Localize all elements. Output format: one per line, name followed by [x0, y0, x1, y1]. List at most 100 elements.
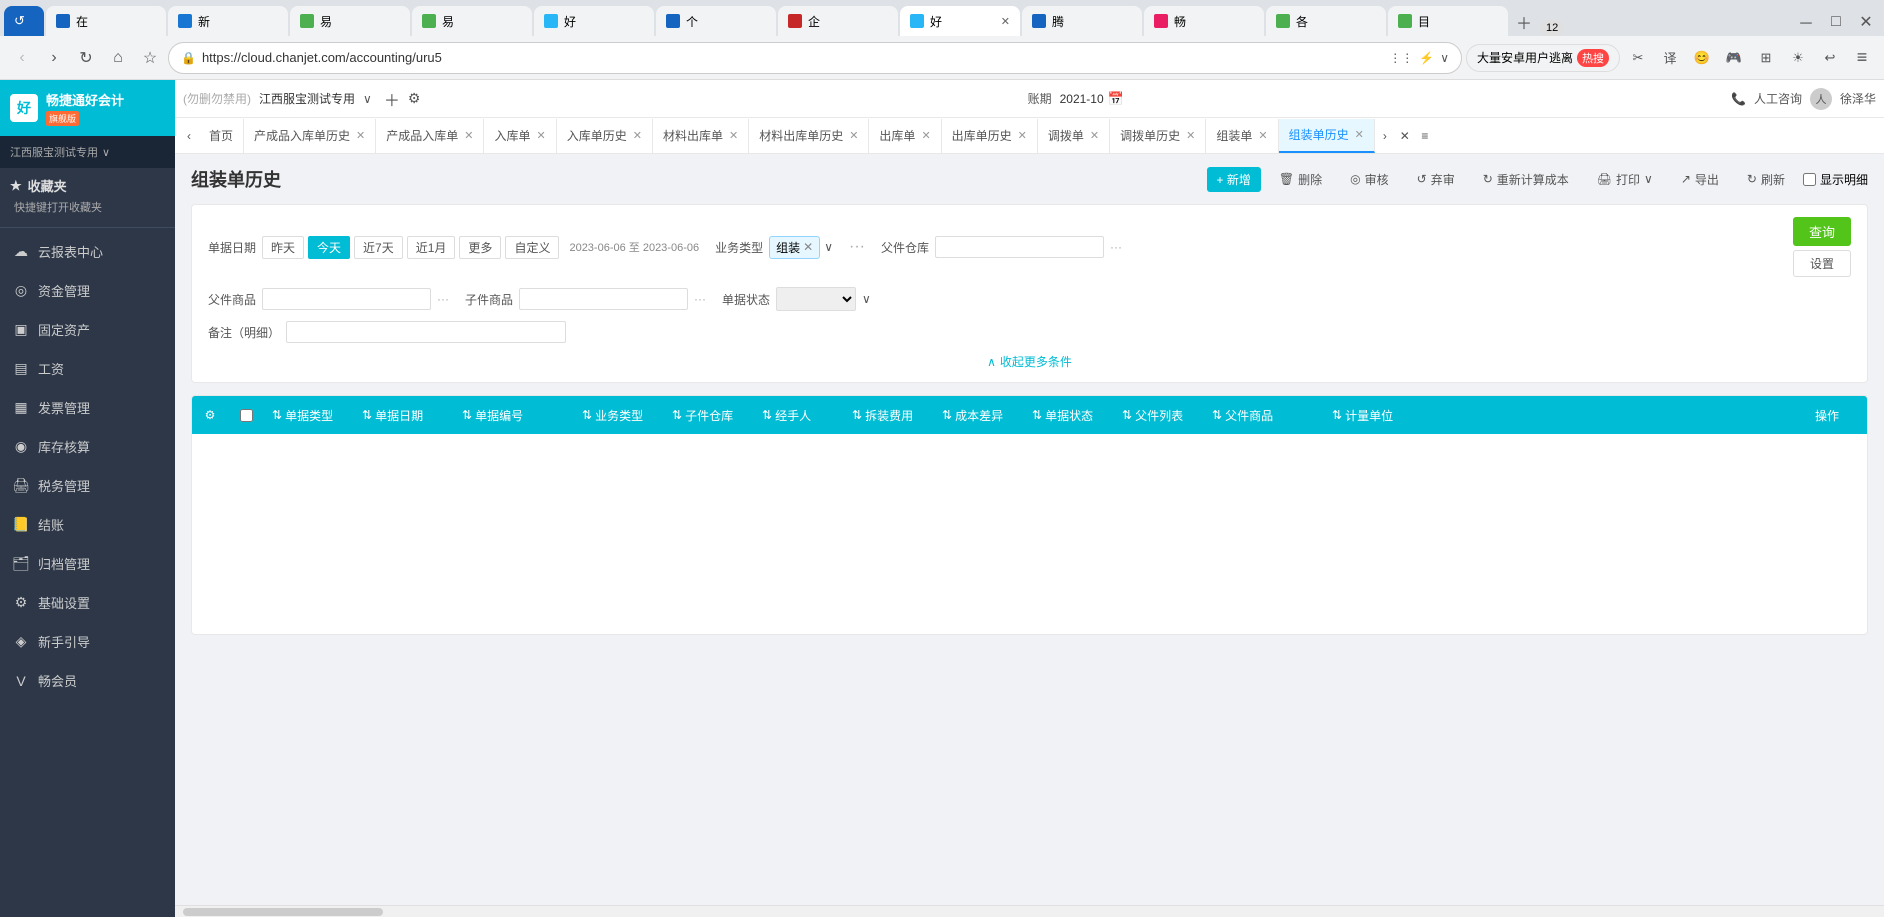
col-parent-list[interactable]: ⇅ 父件列表 [1114, 407, 1204, 424]
warehouse-more-dots[interactable]: ··· [1110, 240, 1122, 254]
content-tab-11-close[interactable]: ✕ [1258, 129, 1267, 142]
audit-button[interactable]: ◎ 审核 [1340, 167, 1399, 192]
tab-2[interactable]: 新 [168, 6, 288, 36]
home-button[interactable]: ⌂ [104, 44, 132, 72]
content-tab-8[interactable]: 出库单历史 ✕ [942, 119, 1038, 153]
content-tab-3[interactable]: 入库单 ✕ [484, 119, 556, 153]
col-handler[interactable]: ⇅ 经手人 [754, 407, 844, 424]
collapse-button[interactable]: ∧ 收起更多条件 [208, 353, 1851, 370]
tab-4[interactable]: 易 [412, 6, 532, 36]
minimize-button[interactable]: － [1792, 8, 1820, 36]
search-bar[interactable]: 大量安卓用户逃离 热搜 [1466, 44, 1620, 72]
col-parent-goods[interactable]: ⇅ 父件商品 [1204, 407, 1324, 424]
date-btn-7days[interactable]: 近7天 [354, 236, 403, 259]
delete-button[interactable]: 🗑 删除 [1269, 167, 1332, 192]
sidebar-item-tax[interactable]: 🖨 税务管理 [0, 466, 175, 505]
tab-9[interactable]: 腾 [1022, 6, 1142, 36]
content-tab-7[interactable]: 出库单 ✕ [869, 119, 941, 153]
col-cost-diff[interactable]: ⇅ 成本差异 [934, 407, 1024, 424]
content-tab-1-close[interactable]: ✕ [356, 129, 365, 142]
content-tab-12[interactable]: 组装单历史 ✕ [1279, 119, 1375, 153]
tab-close-current[interactable]: ✕ [1395, 119, 1415, 153]
date-btn-today[interactable]: 今天 [308, 236, 350, 259]
content-tab-9[interactable]: 调拨单 ✕ [1038, 119, 1110, 153]
tab-7[interactable]: 企 [778, 6, 898, 36]
content-tab-6-close[interactable]: ✕ [849, 129, 858, 142]
content-tab-11[interactable]: 组装单 ✕ [1206, 119, 1278, 153]
sidebar-item-payroll[interactable]: ▤ 工资 [0, 349, 175, 388]
sidebar-item-wizard[interactable]: ◈ 新手引导 [0, 622, 175, 661]
print-dropdown[interactable]: ∨ [1644, 172, 1653, 186]
company-dropdown-top[interactable]: ∨ [363, 92, 372, 106]
col-sub-warehouse[interactable]: ⇅ 子件仓库 [664, 407, 754, 424]
col-unit[interactable]: ⇅ 计量单位 [1324, 407, 1414, 424]
warehouse-input[interactable] [935, 236, 1104, 258]
restore-button[interactable]: □ [1822, 8, 1850, 36]
content-tab-8-close[interactable]: ✕ [1018, 129, 1027, 142]
date-btn-yesterday[interactable]: 昨天 [262, 236, 304, 259]
tab-3[interactable]: 易 [290, 6, 410, 36]
col-disassemble-fee[interactable]: ⇅ 拆装费用 [844, 407, 934, 424]
query-button[interactable]: 查询 [1793, 217, 1851, 246]
tab-11[interactable]: 各 [1266, 6, 1386, 36]
address-bar[interactable]: 🔒 https://cloud.chanjet.com/accounting/u… [168, 42, 1462, 74]
content-tab-12-close[interactable]: ✕ [1355, 128, 1364, 141]
refresh-button[interactable]: ↻ 刷新 [1737, 167, 1795, 192]
sidebar-item-cloud-report[interactable]: ☁ 云报表中心 [0, 232, 175, 271]
forward-button[interactable]: › [40, 44, 68, 72]
sub-goods-input[interactable] [519, 288, 688, 310]
new-button[interactable]: + 新增 [1207, 167, 1261, 192]
content-tab-home[interactable]: 首页 [199, 119, 244, 153]
biztype-more-dots[interactable]: ··· [849, 238, 865, 256]
parent-goods-input[interactable] [262, 288, 431, 310]
bookmark-button[interactable]: ☆ [136, 44, 164, 72]
col-bill-type[interactable]: ⇅ 单据类型 [264, 407, 354, 424]
sidebar-item-fixed-asset[interactable]: ▣ 固定资产 [0, 310, 175, 349]
content-tab-2[interactable]: 产成品入库单 ✕ [376, 119, 484, 153]
tab-1[interactable]: 在 [46, 6, 166, 36]
scrollbar-thumb[interactable] [183, 908, 383, 916]
content-tab-6[interactable]: 材料出库单历史 ✕ [749, 119, 869, 153]
col-bill-date[interactable]: ⇅ 单据日期 [354, 407, 454, 424]
address-expand-btn[interactable]: ∨ [1440, 51, 1449, 65]
user-name[interactable]: 徐泽华 [1840, 90, 1876, 107]
date-btn-custom[interactable]: 自定义 [505, 236, 559, 259]
biztype-dropdown[interactable]: ∨ [824, 240, 833, 254]
settings-top-icon[interactable]: ⚙ [408, 90, 421, 107]
cut-icon[interactable]: ✂ [1624, 44, 1652, 72]
tab-8[interactable]: 好 ✕ [900, 6, 1020, 36]
company-dropdown-icon[interactable]: ∨ [102, 146, 110, 159]
bill-status-select[interactable] [776, 287, 856, 311]
tab-8-close[interactable]: ✕ [1001, 15, 1010, 28]
content-tab-4[interactable]: 入库单历史 ✕ [557, 119, 653, 153]
tab-5[interactable]: 好 [534, 6, 654, 36]
sun-icon[interactable]: ☀ [1784, 44, 1812, 72]
menu-icon[interactable]: ≡ [1848, 44, 1876, 72]
content-tab-1[interactable]: 产成品入库单历史 ✕ [244, 119, 376, 153]
emoji-icon[interactable]: 😊 [1688, 44, 1716, 72]
col-biz-type[interactable]: ⇅ 业务类型 [574, 407, 664, 424]
content-tab-4-close[interactable]: ✕ [633, 129, 642, 142]
content-tab-10[interactable]: 调拨单历史 ✕ [1110, 119, 1206, 153]
help-label[interactable]: 人工咨询 [1754, 90, 1802, 107]
grid-icon[interactable]: ⊞ [1752, 44, 1780, 72]
back-button[interactable]: ‹ [8, 44, 36, 72]
date-btn-1month[interactable]: 近1月 [407, 236, 456, 259]
export-button[interactable]: ↗ 导出 [1671, 167, 1729, 192]
sidebar-item-settings[interactable]: ⚙ 基础设置 [0, 583, 175, 622]
tab-nav-left[interactable]: ‹ [179, 119, 199, 153]
horizontal-scrollbar[interactable] [175, 905, 1884, 917]
add-company-icon[interactable]: ＋ [384, 87, 400, 111]
bill-status-dropdown[interactable]: ∨ [862, 292, 871, 306]
set-button[interactable]: 设置 [1793, 250, 1851, 277]
select-all-checkbox[interactable] [240, 409, 253, 422]
sidebar-item-fund-mgmt[interactable]: ◎ 资金管理 [0, 271, 175, 310]
content-tab-3-close[interactable]: ✕ [537, 129, 546, 142]
favorites-shortcut[interactable]: 快捷键打开收藏夹 [10, 199, 165, 215]
show-detail-checkbox-wrap[interactable]: 显示明细 [1803, 171, 1868, 188]
tab-6[interactable]: 个 [656, 6, 776, 36]
date-btn-more[interactable]: 更多 [459, 236, 501, 259]
biztype-tag-remove[interactable]: ✕ [803, 240, 813, 254]
sidebar-item-member[interactable]: V 畅会员 [0, 661, 175, 700]
col-bill-status[interactable]: ⇅ 单据状态 [1024, 407, 1114, 424]
